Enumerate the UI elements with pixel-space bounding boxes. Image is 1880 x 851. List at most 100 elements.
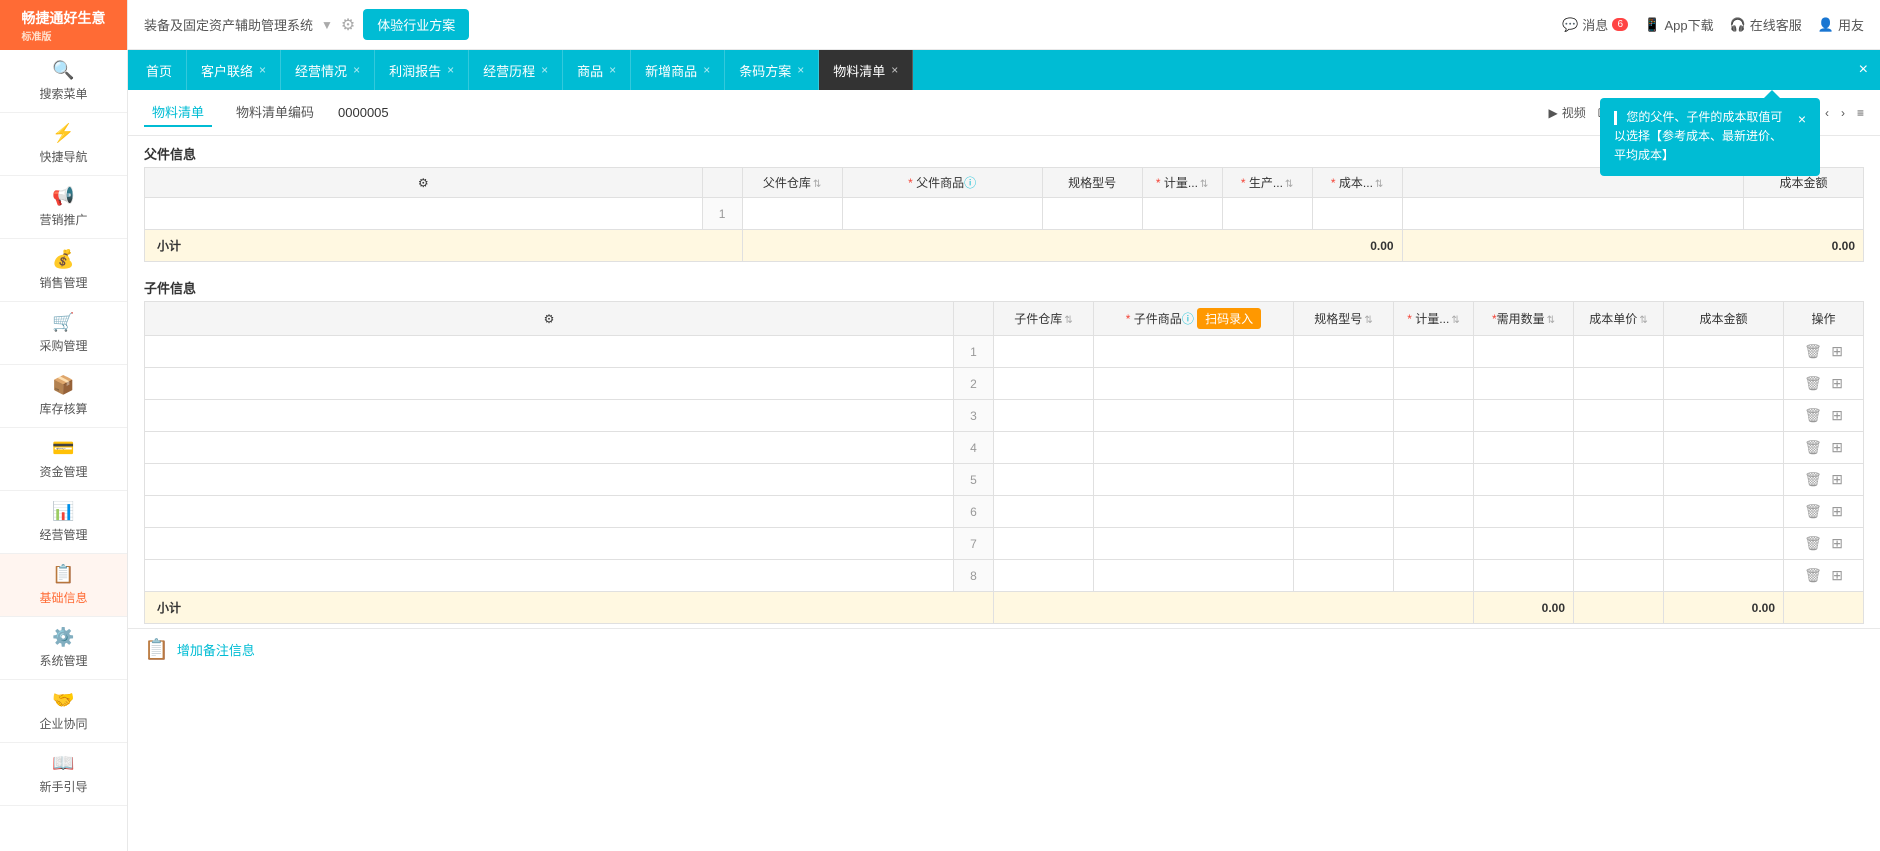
sidebar-item-inventory[interactable]: 📦 库存核算 bbox=[0, 365, 127, 428]
copy-row5-icon[interactable]: ⊞ bbox=[1831, 471, 1843, 487]
child-row1-unit[interactable] bbox=[1394, 336, 1474, 368]
dropdown-arrow-icon[interactable]: ▼ bbox=[321, 18, 333, 32]
delete-row3-icon[interactable]: 🗑 bbox=[1804, 407, 1822, 423]
child-row4-warehouse[interactable] bbox=[994, 432, 1094, 464]
tab-history[interactable]: 经营历程 × bbox=[469, 50, 563, 90]
parent-row1-unit[interactable] bbox=[1142, 198, 1222, 230]
child-row5-warehouse[interactable] bbox=[994, 464, 1094, 496]
child-row5-price[interactable] bbox=[1574, 464, 1664, 496]
close-profit-icon[interactable]: × bbox=[447, 63, 454, 77]
online-service-item[interactable]: 🎧 在线客服 bbox=[1730, 15, 1802, 34]
prev-button[interactable]: ‹ bbox=[1825, 106, 1829, 120]
child-row7-product[interactable] bbox=[1094, 528, 1294, 560]
tab-customer[interactable]: 客户联络 × bbox=[187, 50, 281, 90]
child-col-gear[interactable]: ⚙ bbox=[145, 302, 954, 336]
copy-row8-icon[interactable]: ⊞ bbox=[1831, 567, 1843, 583]
sidebar-item-operation[interactable]: 📊 经营管理 bbox=[0, 491, 127, 554]
child-row3-price[interactable] bbox=[1574, 400, 1664, 432]
delete-row8-icon[interactable]: 🗑 bbox=[1804, 567, 1822, 583]
delete-row1-icon[interactable]: 🗑 bbox=[1804, 343, 1822, 359]
child-row6-spec[interactable] bbox=[1294, 496, 1394, 528]
child-row8-unit[interactable] bbox=[1394, 560, 1474, 592]
sidebar-item-basic[interactable]: 📋 基础信息 bbox=[0, 554, 127, 617]
message-item[interactable]: 💬 消息 6 bbox=[1562, 15, 1628, 34]
child-row6-product[interactable] bbox=[1094, 496, 1294, 528]
parent-row1-prod[interactable] bbox=[1222, 198, 1312, 230]
close-product-icon[interactable]: × bbox=[609, 63, 616, 77]
child-row7-warehouse[interactable] bbox=[994, 528, 1094, 560]
delete-row4-icon[interactable]: 🗑 bbox=[1804, 439, 1822, 455]
child-row3-unit[interactable] bbox=[1394, 400, 1474, 432]
parent-row1-spec[interactable] bbox=[1042, 198, 1142, 230]
tab-profit[interactable]: 利润报告 × bbox=[375, 50, 469, 90]
tab-barcode[interactable]: 条码方案 × bbox=[725, 50, 819, 90]
child-row7-price[interactable] bbox=[1574, 528, 1664, 560]
parent-row1-product[interactable] bbox=[842, 198, 1042, 230]
tab-addproduct[interactable]: 新增商品 × bbox=[631, 50, 725, 90]
child-row1-price[interactable] bbox=[1574, 336, 1664, 368]
child-row2-warehouse[interactable] bbox=[994, 368, 1094, 400]
delete-row6-icon[interactable]: 🗑 bbox=[1804, 503, 1822, 519]
child-row4-spec[interactable] bbox=[1294, 432, 1394, 464]
child-row2-unit[interactable] bbox=[1394, 368, 1474, 400]
app-download-item[interactable]: 📱 App下载 bbox=[1644, 15, 1713, 34]
child-row3-warehouse[interactable] bbox=[994, 400, 1094, 432]
user-item[interactable]: 👤 用友 bbox=[1818, 15, 1864, 34]
child-row1-qty[interactable] bbox=[1474, 336, 1574, 368]
sidebar-item-enterprise[interactable]: 🤝 企业协同 bbox=[0, 680, 127, 743]
video-action[interactable]: ▶ 视频 bbox=[1548, 104, 1585, 121]
delete-row2-icon[interactable]: 🗑 bbox=[1804, 375, 1822, 391]
child-row1-spec[interactable] bbox=[1294, 336, 1394, 368]
tooltip-close-button[interactable]: × bbox=[1798, 108, 1806, 130]
sidebar-item-purchase[interactable]: 🛒 采购管理 bbox=[0, 302, 127, 365]
child-row2-qty[interactable] bbox=[1474, 368, 1574, 400]
child-row2-price[interactable] bbox=[1574, 368, 1664, 400]
close-operation-icon[interactable]: × bbox=[353, 63, 360, 77]
child-row2-product[interactable] bbox=[1094, 368, 1294, 400]
delete-row5-icon[interactable]: 🗑 bbox=[1804, 471, 1822, 487]
parent-col-gear[interactable]: ⚙ bbox=[145, 168, 703, 198]
trial-button[interactable]: 体验行业方案 bbox=[363, 9, 469, 40]
parent-row1-warehouse[interactable] bbox=[742, 198, 842, 230]
child-row1-warehouse[interactable] bbox=[994, 336, 1094, 368]
child-row7-qty[interactable] bbox=[1474, 528, 1574, 560]
child-row4-unit[interactable] bbox=[1394, 432, 1474, 464]
copy-row2-icon[interactable]: ⊞ bbox=[1831, 375, 1843, 391]
delete-row7-icon[interactable]: 🗑 bbox=[1804, 535, 1822, 551]
close-barcode-icon[interactable]: × bbox=[797, 63, 804, 77]
child-row7-spec[interactable] bbox=[1294, 528, 1394, 560]
child-row5-qty[interactable] bbox=[1474, 464, 1574, 496]
copy-row3-icon[interactable]: ⊞ bbox=[1831, 407, 1843, 423]
copy-row4-icon[interactable]: ⊞ bbox=[1831, 439, 1843, 455]
child-row8-warehouse[interactable] bbox=[994, 560, 1094, 592]
copy-row1-icon[interactable]: ⊞ bbox=[1831, 343, 1843, 359]
child-row3-product[interactable] bbox=[1094, 400, 1294, 432]
close-history-icon[interactable]: × bbox=[541, 63, 548, 77]
copy-row6-icon[interactable]: ⊞ bbox=[1831, 503, 1843, 519]
scan-button[interactable]: 扫码录入 bbox=[1197, 308, 1261, 329]
tab-product[interactable]: 商品 × bbox=[563, 50, 631, 90]
child-row1-product[interactable] bbox=[1094, 336, 1294, 368]
sidebar-item-marketing[interactable]: 📢 营销推广 bbox=[0, 176, 127, 239]
sidebar-item-search[interactable]: 🔍 搜索菜单 bbox=[0, 50, 127, 113]
child-row6-qty[interactable] bbox=[1474, 496, 1574, 528]
child-row5-unit[interactable] bbox=[1394, 464, 1474, 496]
child-row8-spec[interactable] bbox=[1294, 560, 1394, 592]
close-addproduct-icon[interactable]: × bbox=[703, 63, 710, 77]
child-row2-spec[interactable] bbox=[1294, 368, 1394, 400]
child-row5-product[interactable] bbox=[1094, 464, 1294, 496]
child-row6-price[interactable] bbox=[1574, 496, 1664, 528]
add-note-icon[interactable]: 📋 bbox=[144, 637, 169, 662]
add-note-label[interactable]: 增加备注信息 bbox=[177, 640, 255, 659]
child-row3-qty[interactable] bbox=[1474, 400, 1574, 432]
parent-row1-cost[interactable] bbox=[1312, 198, 1402, 230]
child-row5-spec[interactable] bbox=[1294, 464, 1394, 496]
gear-settings-icon[interactable]: ⚙ bbox=[341, 15, 355, 35]
child-row4-qty[interactable] bbox=[1474, 432, 1574, 464]
tab-home[interactable]: 首页 bbox=[132, 50, 187, 90]
view-toggle-icon[interactable]: ≡ bbox=[1857, 106, 1864, 120]
child-row6-unit[interactable] bbox=[1394, 496, 1474, 528]
child-row8-qty[interactable] bbox=[1474, 560, 1574, 592]
sidebar-item-guide[interactable]: 📖 新手引导 bbox=[0, 743, 127, 806]
tab-bom[interactable]: 物料清单 × bbox=[819, 50, 913, 90]
